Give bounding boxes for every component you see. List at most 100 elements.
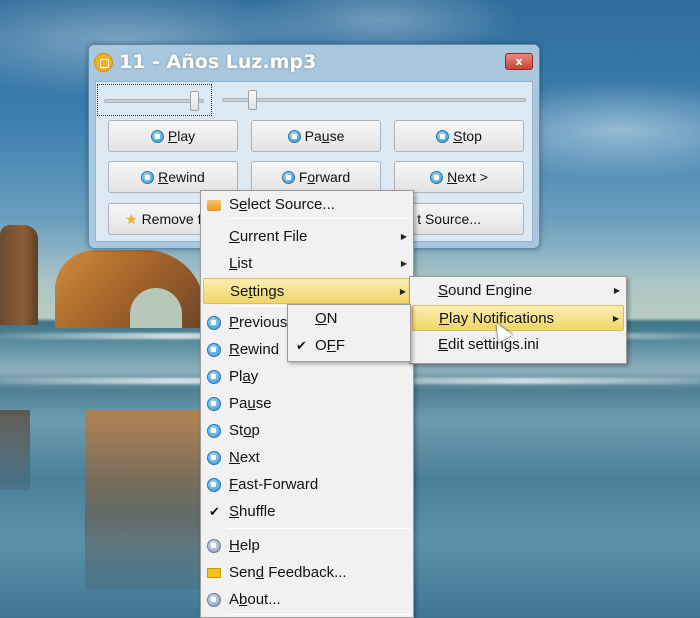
button-label: ext >: [457, 169, 488, 185]
menu-item-select-source[interactable]: Select Source...: [203, 192, 411, 218]
pause-icon: [207, 397, 221, 411]
check-icon: ✔: [296, 338, 307, 353]
menu-item-label: OFF: [315, 337, 346, 354]
context-menu: Select Source... Current File ▶ List ▶ Settin…: [200, 190, 414, 618]
menu-item-label: Edit settings.ini: [438, 336, 539, 353]
button-label: Remove f: [141, 211, 202, 227]
menu-item-label: Previous: [229, 314, 288, 331]
menu-item-about[interactable]: About...: [203, 587, 411, 613]
wallpaper-reflection: [0, 410, 30, 490]
check-icon: ✔: [209, 504, 220, 519]
menu-separator: [227, 528, 411, 529]
menu-item-label: Help: [229, 537, 260, 554]
stop-button[interactable]: Stop: [394, 120, 524, 152]
button-label: ewind: [168, 169, 205, 185]
menu-item-label: List: [229, 255, 253, 272]
menu-item-sound-engine[interactable]: Sound Engine ▶: [412, 278, 624, 304]
button-label: Pa: [304, 128, 322, 144]
app-icon: [94, 53, 113, 72]
play-icon: [207, 370, 221, 384]
pause-button[interactable]: Pause: [251, 120, 381, 152]
button-label: t Source...: [417, 211, 481, 227]
menu-item-label: Stop: [229, 422, 260, 439]
menu-item-label: ON: [315, 310, 338, 327]
play-notifications-submenu: ON ✔ OFF: [287, 304, 411, 362]
next-button[interactable]: Next >: [394, 161, 524, 193]
button-mnemonic: u: [321, 128, 330, 144]
wallpaper-reflection: [85, 410, 200, 590]
previous-icon: [207, 316, 221, 330]
menu-item-current-file[interactable]: Current File ▶: [203, 224, 411, 250]
next-icon: [430, 170, 444, 184]
play-button[interactable]: Play: [108, 120, 238, 152]
submenu-arrow-icon: ▶: [399, 287, 406, 296]
forward-button[interactable]: Forward: [251, 161, 381, 193]
button-label: top: [462, 128, 482, 144]
menu-item-label: Next: [229, 449, 260, 466]
title-bar[interactable]: 11 - Años Luz.mp3 x: [89, 45, 539, 81]
volume-slider-focus: [97, 84, 212, 116]
button-mnemonic: R: [158, 169, 169, 185]
info-icon: [207, 593, 221, 607]
button-label: lay: [177, 128, 196, 144]
menu-item-off[interactable]: ✔ OFF: [290, 333, 408, 359]
play-icon: [150, 129, 164, 143]
submenu-arrow-icon: ▶: [400, 232, 407, 241]
next-icon: [207, 451, 221, 465]
menu-item-label: Play: [229, 368, 259, 385]
menu-item-next[interactable]: Next: [203, 445, 411, 471]
menu-item-send-feedback[interactable]: Send Feedback...: [203, 560, 411, 586]
menu-item-label: Settings: [230, 283, 285, 300]
button-label: se: [329, 128, 345, 144]
menu-item-label: Rewind: [229, 341, 280, 358]
rewind-icon: [207, 343, 221, 357]
menu-item-play[interactable]: Play: [203, 364, 411, 390]
menu-item-help[interactable]: Help: [203, 533, 411, 559]
menu-item-label: Sound Engine: [438, 282, 533, 299]
menu-item-label: Current File: [229, 228, 308, 245]
menu-item-play-notifications[interactable]: Play Notifications ▶: [412, 305, 624, 331]
submenu-arrow-icon: ▶: [612, 314, 619, 323]
menu-separator: [227, 614, 411, 615]
wallpaper-rock: [0, 225, 38, 325]
rewind-button[interactable]: Rewind: [108, 161, 238, 193]
window-title: 11 - Años Luz.mp3: [119, 51, 317, 73]
menu-item-label: Pause: [229, 395, 272, 412]
help-icon: [207, 539, 221, 553]
menu-item-shuffle[interactable]: ✔ Shuffle: [203, 499, 411, 525]
seek-slider[interactable]: [222, 98, 526, 102]
rewind-icon: [141, 170, 155, 184]
menu-item-label: Select Source...: [229, 196, 335, 213]
star-icon: ★: [125, 210, 138, 227]
button-mnemonic: P: [167, 128, 178, 144]
close-button[interactable]: x: [505, 53, 533, 70]
menu-item-list[interactable]: List ▶: [203, 251, 411, 277]
volume-slider-thumb[interactable]: [190, 91, 199, 111]
seek-slider-thumb[interactable]: [248, 90, 258, 110]
button-mnemonic: N: [447, 169, 458, 185]
submenu-arrow-icon: ▶: [613, 286, 620, 295]
folder-icon: [207, 200, 221, 211]
wallpaper-rock-arch: [55, 250, 205, 328]
menu-item-fast-forward[interactable]: Fast-Forward: [203, 472, 411, 498]
stop-icon: [207, 424, 221, 438]
settings-submenu: Sound Engine ▶ Play Notifications ▶ Edit set…: [409, 276, 627, 364]
menu-item-label: Shuffle: [229, 503, 276, 520]
menu-item-label: Send Feedback...: [229, 564, 347, 581]
menu-item-label: About...: [229, 591, 281, 608]
menu-item-edit-settings-ini[interactable]: Edit settings.ini: [412, 332, 624, 358]
submenu-arrow-icon: ▶: [400, 259, 407, 268]
fast-forward-icon: [207, 478, 221, 492]
menu-separator: [227, 218, 411, 219]
button-label: rward: [315, 169, 351, 185]
button-mnemonic: o: [307, 169, 316, 185]
menu-item-on[interactable]: ON: [290, 306, 408, 332]
menu-item-settings[interactable]: Settings ▶: [203, 278, 411, 304]
volume-slider[interactable]: [104, 99, 204, 103]
menu-item-stop[interactable]: Stop: [203, 418, 411, 444]
pause-icon: [287, 129, 301, 143]
menu-item-pause[interactable]: Pause: [203, 391, 411, 417]
stop-icon: [436, 129, 450, 143]
envelope-icon: [207, 568, 221, 578]
forward-icon: [281, 170, 295, 184]
